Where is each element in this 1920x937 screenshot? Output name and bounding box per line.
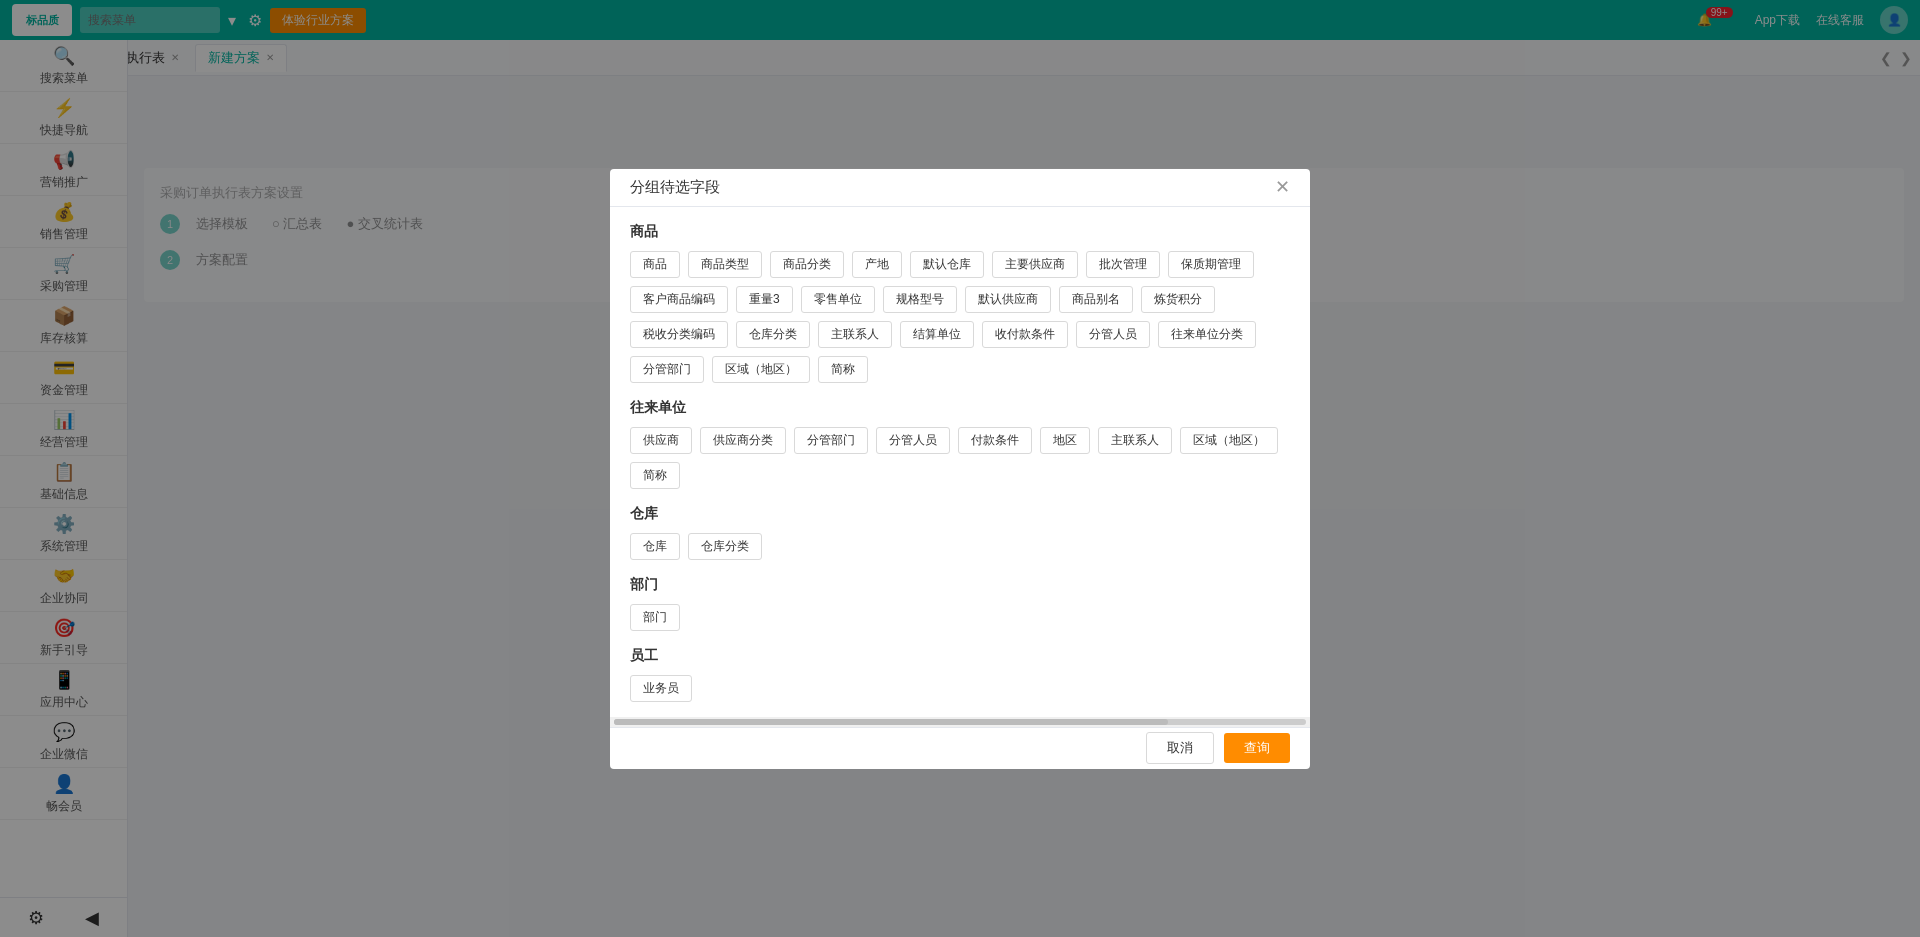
field-points[interactable]: 炼货积分 [1141,286,1215,313]
field-counterpart-cat[interactable]: 往来单位分类 [1158,321,1256,348]
cancel-button[interactable]: 取消 [1146,732,1214,764]
field-supplier[interactable]: 供应商 [630,427,692,454]
field-contact[interactable]: 主联系人 [1098,427,1172,454]
field-origin[interactable]: 产地 [852,251,902,278]
field-area[interactable]: 地区 [1040,427,1090,454]
field-abbr2[interactable]: 简称 [630,462,680,489]
section-warehouse-title: 仓库 [630,505,1290,523]
field-selection-modal: 分组待选字段 ✕ 商品 商品 商品类型 商品分类 产地 默认仓库 主要供应商 批… [610,169,1310,769]
employee-fields: 业务员 [630,675,1290,702]
field-retail-unit[interactable]: 零售单位 [801,286,875,313]
department-fields: 部门 [630,604,1290,631]
field-default-supplier[interactable]: 默认供应商 [965,286,1051,313]
section-employee-title: 员工 [630,647,1290,665]
field-wh-cat[interactable]: 仓库分类 [688,533,762,560]
field-manager[interactable]: 分管人员 [1076,321,1150,348]
section-warehouse: 仓库 仓库 仓库分类 [630,505,1290,560]
modal-title: 分组待选字段 [630,178,720,197]
field-weight3[interactable]: 重量3 [736,286,793,313]
field-quality-mgmt[interactable]: 保质期管理 [1168,251,1254,278]
section-department-title: 部门 [630,576,1290,594]
field-product-type[interactable]: 商品类型 [688,251,762,278]
field-region[interactable]: 区域（地区） [712,356,810,383]
modal-close-button[interactable]: ✕ [1275,176,1290,198]
field-pay-term[interactable]: 付款条件 [958,427,1032,454]
field-staff[interactable]: 分管人员 [876,427,950,454]
field-region2[interactable]: 区域（地区） [1180,427,1278,454]
field-wh[interactable]: 仓库 [630,533,680,560]
confirm-button[interactable]: 查询 [1224,733,1290,763]
field-product-category[interactable]: 商品分类 [770,251,844,278]
section-product: 商品 商品 商品类型 商品分类 产地 默认仓库 主要供应商 批次管理 保质期管理… [630,223,1290,383]
field-dept[interactable]: 分管部门 [794,427,868,454]
field-customer-code[interactable]: 客户商品编码 [630,286,728,313]
field-main-contact[interactable]: 主联系人 [818,321,892,348]
field-product-alias[interactable]: 商品别名 [1059,286,1133,313]
modal-header: 分组待选字段 ✕ [610,169,1310,207]
field-salesperson[interactable]: 业务员 [630,675,692,702]
field-main-supplier[interactable]: 主要供应商 [992,251,1078,278]
field-batch-mgmt[interactable]: 批次管理 [1086,251,1160,278]
field-wh-category[interactable]: 仓库分类 [736,321,810,348]
product-fields: 商品 商品类型 商品分类 产地 默认仓库 主要供应商 批次管理 保质期管理 客户… [630,251,1290,383]
section-department: 部门 部门 [630,576,1290,631]
field-dept-in-charge[interactable]: 分管部门 [630,356,704,383]
section-counterpart: 往来单位 供应商 供应商分类 分管部门 分管人员 付款条件 地区 主联系人 区域… [630,399,1290,489]
counterpart-fields: 供应商 供应商分类 分管部门 分管人员 付款条件 地区 主联系人 区域（地区） … [630,427,1290,489]
modal-body[interactable]: 商品 商品 商品类型 商品分类 产地 默认仓库 主要供应商 批次管理 保质期管理… [610,207,1310,717]
warehouse-fields: 仓库 仓库分类 [630,533,1290,560]
field-default-warehouse[interactable]: 默认仓库 [910,251,984,278]
field-abbr[interactable]: 简称 [818,356,868,383]
field-tax-code[interactable]: 税收分类编码 [630,321,728,348]
field-supplier-cat[interactable]: 供应商分类 [700,427,786,454]
field-spec[interactable]: 规格型号 [883,286,957,313]
section-employee: 员工 业务员 [630,647,1290,702]
field-department[interactable]: 部门 [630,604,680,631]
section-product-title: 商品 [630,223,1290,241]
section-counterpart-title: 往来单位 [630,399,1290,417]
modal-overlay: 分组待选字段 ✕ 商品 商品 商品类型 商品分类 产地 默认仓库 主要供应商 批… [0,0,1920,937]
field-settlement-unit[interactable]: 结算单位 [900,321,974,348]
field-product[interactable]: 商品 [630,251,680,278]
field-payment-term[interactable]: 收付款条件 [982,321,1068,348]
modal-horizontal-scrollbar[interactable] [610,717,1310,727]
modal-footer: 取消 查询 [610,727,1310,769]
